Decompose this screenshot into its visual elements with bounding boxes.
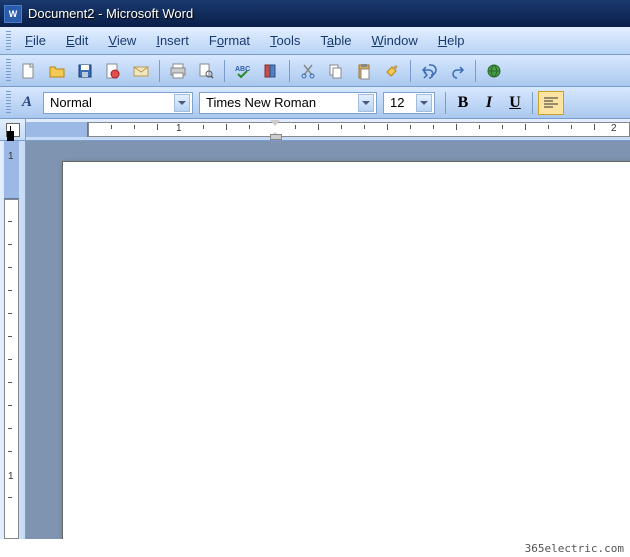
toolbar-separator (159, 60, 160, 82)
tab-selector[interactable] (0, 119, 26, 141)
window-title: Document2 - Microsoft Word (28, 6, 193, 21)
align-left-button[interactable] (538, 91, 564, 115)
ruler-number: 2 (611, 123, 617, 134)
research-button[interactable] (258, 58, 284, 84)
format-painter-button[interactable] (379, 58, 405, 84)
tab-stop-icon (6, 123, 20, 137)
dropdown-arrow-icon[interactable] (416, 94, 432, 112)
menu-format[interactable]: Format (199, 29, 260, 52)
ruler-top-margin (4, 141, 19, 199)
footer-strip: 365electric.com (0, 539, 630, 557)
toolbar-separator (532, 92, 533, 114)
horizontal-ruler[interactable]: 1 2 (26, 119, 630, 141)
menu-edit[interactable]: Edit (56, 29, 98, 52)
paste-button[interactable] (351, 58, 377, 84)
standard-toolbar: ABC (0, 55, 630, 87)
toolbar-separator (224, 60, 225, 82)
print-button[interactable] (165, 58, 191, 84)
menubar-grip-icon[interactable] (6, 31, 11, 51)
svg-text:ABC: ABC (235, 66, 250, 73)
font-combo[interactable]: Times New Roman (199, 92, 377, 114)
styles-icon[interactable]: A (15, 92, 39, 114)
permission-button[interactable] (100, 58, 126, 84)
document-page[interactable] (62, 161, 630, 539)
workspace: 1 2 1 1 (0, 119, 630, 539)
menu-table[interactable]: Table (310, 29, 361, 52)
menu-window[interactable]: Window (362, 29, 428, 52)
menu-help[interactable]: Help (428, 29, 475, 52)
print-preview-button[interactable] (193, 58, 219, 84)
toolbar-separator (410, 60, 411, 82)
font-size-combo[interactable]: 12 (383, 92, 435, 114)
word-app-icon: W (4, 5, 22, 23)
formatting-toolbar: A Normal Times New Roman 12 B I U (0, 87, 630, 119)
spellcheck-button[interactable]: ABC (230, 58, 256, 84)
redo-button[interactable] (444, 58, 470, 84)
email-button[interactable] (128, 58, 154, 84)
copy-button[interactable] (323, 58, 349, 84)
toolbar-grip-icon[interactable] (6, 59, 11, 83)
toolbar-separator (445, 92, 446, 114)
title-bar: W Document2 - Microsoft Word (0, 0, 630, 27)
menu-bar: File Edit View Insert Format Tools Table… (0, 27, 630, 55)
style-value: Normal (50, 95, 170, 110)
menu-view[interactable]: View (98, 29, 146, 52)
ruler-number: 1 (176, 123, 182, 134)
watermark-text: 365electric.com (525, 542, 624, 555)
font-size-value: 12 (390, 95, 412, 110)
first-line-indent-icon[interactable] (270, 120, 280, 126)
undo-button[interactable] (416, 58, 442, 84)
ruler-tape (4, 199, 19, 539)
ruler-number: 1 (8, 471, 14, 482)
ruler-number: 1 (8, 151, 14, 162)
menu-file[interactable]: File (15, 29, 56, 52)
bold-button[interactable]: B (451, 91, 475, 115)
new-document-button[interactable] (16, 58, 42, 84)
vertical-ruler[interactable]: 1 1 (0, 141, 26, 539)
hyperlink-button[interactable] (481, 58, 507, 84)
toolbar-separator (475, 60, 476, 82)
menu-tools[interactable]: Tools (260, 29, 310, 52)
font-value: Times New Roman (206, 95, 354, 110)
formatbar-grip-icon[interactable] (6, 91, 11, 115)
toolbar-separator (289, 60, 290, 82)
hanging-indent-icon[interactable] (270, 130, 280, 140)
dropdown-arrow-icon[interactable] (358, 94, 374, 112)
open-button[interactable] (44, 58, 70, 84)
style-combo[interactable]: Normal (43, 92, 193, 114)
underline-button[interactable]: U (503, 91, 527, 115)
document-area[interactable] (26, 141, 630, 539)
italic-button[interactable]: I (477, 91, 501, 115)
ruler-left-margin (26, 122, 88, 137)
menu-insert[interactable]: Insert (146, 29, 199, 52)
cut-button[interactable] (295, 58, 321, 84)
dropdown-arrow-icon[interactable] (174, 94, 190, 112)
save-button[interactable] (72, 58, 98, 84)
